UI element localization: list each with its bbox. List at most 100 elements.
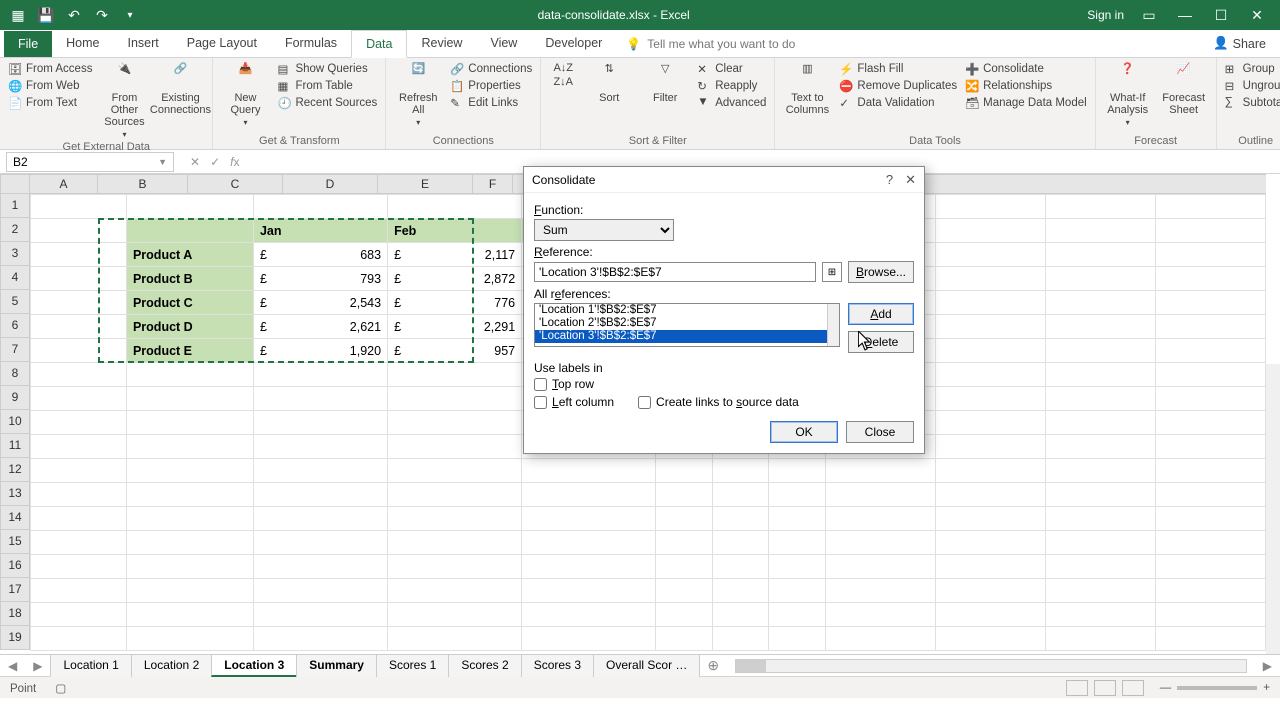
- cell[interactable]: [1045, 483, 1155, 507]
- row-header[interactable]: 2: [0, 218, 30, 242]
- text-to-columns-button[interactable]: ▥Text to Columns: [783, 62, 831, 116]
- cell[interactable]: [253, 603, 387, 627]
- cell[interactable]: [1155, 459, 1265, 483]
- cell[interactable]: [126, 627, 253, 651]
- delete-button[interactable]: Delete: [848, 331, 914, 353]
- cell[interactable]: [126, 459, 253, 483]
- cell[interactable]: [656, 507, 712, 531]
- subtotal-button[interactable]: ∑Subtotal: [1225, 96, 1280, 110]
- cell[interactable]: [31, 363, 127, 387]
- cell[interactable]: [126, 531, 253, 555]
- save-icon[interactable]: 💾: [36, 5, 56, 25]
- cell[interactable]: [935, 411, 1045, 435]
- cell[interactable]: [656, 579, 712, 603]
- sheet-tab[interactable]: Summary: [296, 654, 377, 677]
- cell[interactable]: [712, 483, 768, 507]
- cell[interactable]: [522, 627, 656, 651]
- tab-data[interactable]: Data: [351, 30, 407, 58]
- cell[interactable]: Product A: [126, 243, 253, 267]
- cell[interactable]: [1155, 483, 1265, 507]
- cell[interactable]: [253, 579, 387, 603]
- cell[interactable]: [522, 459, 656, 483]
- cell[interactable]: [31, 531, 127, 555]
- row-header[interactable]: 17: [0, 578, 30, 602]
- cell[interactable]: [935, 315, 1045, 339]
- cell[interactable]: [522, 507, 656, 531]
- cancel-formula-icon[interactable]: ✕: [190, 155, 200, 169]
- column-header[interactable]: A: [30, 175, 98, 193]
- cell[interactable]: [1045, 315, 1155, 339]
- cell[interactable]: [126, 435, 253, 459]
- cell[interactable]: [935, 627, 1045, 651]
- from-web-button[interactable]: 🌐From Web: [8, 79, 92, 93]
- reapply-button[interactable]: ↻Reapply: [697, 79, 766, 93]
- cell[interactable]: [31, 219, 127, 243]
- page-break-view-button[interactable]: [1122, 680, 1144, 696]
- from-access-button[interactable]: 🗄From Access: [8, 62, 92, 76]
- column-header[interactable]: D: [283, 175, 378, 193]
- cell[interactable]: [656, 555, 712, 579]
- cell[interactable]: [825, 627, 935, 651]
- cell[interactable]: [656, 483, 712, 507]
- ok-button[interactable]: OK: [770, 421, 838, 443]
- redo-icon[interactable]: ↷: [92, 5, 112, 25]
- cell[interactable]: [1045, 291, 1155, 315]
- cell[interactable]: [31, 411, 127, 435]
- cell[interactable]: [1155, 579, 1265, 603]
- sheet-tab[interactable]: Scores 1: [376, 654, 449, 677]
- row-header[interactable]: 19: [0, 626, 30, 650]
- cell[interactable]: [522, 483, 656, 507]
- cell[interactable]: £683: [253, 243, 387, 267]
- cell[interactable]: [31, 627, 127, 651]
- cell[interactable]: [1155, 603, 1265, 627]
- cell[interactable]: [388, 435, 522, 459]
- horizontal-scrollbar[interactable]: [735, 659, 1247, 673]
- cell[interactable]: [253, 411, 387, 435]
- cell[interactable]: [1045, 267, 1155, 291]
- cell[interactable]: [825, 579, 935, 603]
- cell[interactable]: [1045, 411, 1155, 435]
- cell[interactable]: [31, 579, 127, 603]
- cell[interactable]: [935, 267, 1045, 291]
- cell[interactable]: [769, 555, 825, 579]
- row-header[interactable]: 15: [0, 530, 30, 554]
- row-header[interactable]: 7: [0, 338, 30, 362]
- maximize-icon[interactable]: ☐: [1210, 7, 1232, 24]
- cell[interactable]: [126, 219, 253, 243]
- relationships-button[interactable]: 🔀Relationships: [965, 79, 1087, 93]
- column-header[interactable]: B: [98, 175, 188, 193]
- cell[interactable]: [825, 531, 935, 555]
- cell[interactable]: [935, 243, 1045, 267]
- cell[interactable]: [825, 555, 935, 579]
- new-sheet-button[interactable]: ⊕: [699, 657, 727, 674]
- cell[interactable]: [1045, 243, 1155, 267]
- cell[interactable]: [253, 387, 387, 411]
- forecast-sheet-button[interactable]: 📈Forecast Sheet: [1160, 62, 1208, 116]
- cell[interactable]: [31, 291, 127, 315]
- cell[interactable]: [935, 603, 1045, 627]
- cell[interactable]: [935, 507, 1045, 531]
- cell[interactable]: [126, 579, 253, 603]
- clear-button[interactable]: ✕Clear: [697, 62, 766, 76]
- cell[interactable]: [388, 555, 522, 579]
- cell[interactable]: [935, 555, 1045, 579]
- cell[interactable]: [253, 483, 387, 507]
- cell[interactable]: [1045, 363, 1155, 387]
- consolidate-button[interactable]: ➕Consolidate: [965, 62, 1087, 76]
- cell[interactable]: £2,872: [388, 267, 522, 291]
- cell[interactable]: [388, 195, 522, 219]
- cell[interactable]: [1155, 243, 1265, 267]
- cell[interactable]: [825, 459, 935, 483]
- cell[interactable]: [825, 603, 935, 627]
- row-header[interactable]: 3: [0, 242, 30, 266]
- cell[interactable]: [935, 219, 1045, 243]
- cell[interactable]: [935, 579, 1045, 603]
- cell[interactable]: [126, 411, 253, 435]
- cell[interactable]: [253, 363, 387, 387]
- close-icon[interactable]: ✕: [1246, 7, 1268, 24]
- cell[interactable]: [126, 507, 253, 531]
- cell[interactable]: [935, 195, 1045, 219]
- cell[interactable]: [1045, 219, 1155, 243]
- cell[interactable]: Product B: [126, 267, 253, 291]
- zoom-slider[interactable]: [1177, 686, 1257, 690]
